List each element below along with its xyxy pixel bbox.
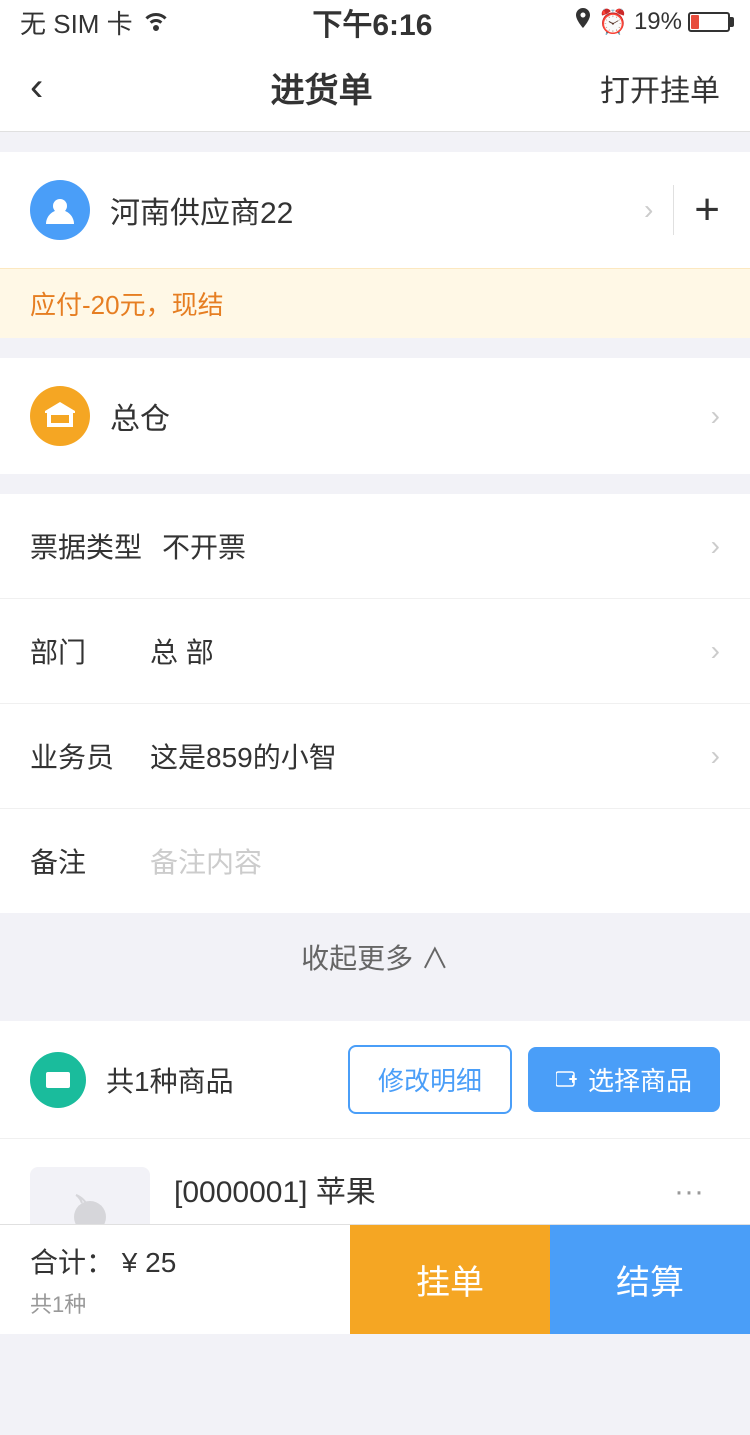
sales-value: 这是859的小智 <box>130 736 701 776</box>
product-count-icon <box>30 1052 86 1108</box>
form-section: 票据类型 不开票 › 部门 总 部 › 业务员 这是859的小智 › 备注 备注… <box>0 494 750 913</box>
total-amount: ¥ 25 <box>122 1247 177 1278</box>
status-left: 无 SIM 卡 <box>20 4 171 41</box>
edit-detail-button[interactable]: 修改明细 <box>348 1045 512 1114</box>
warehouse-row[interactable]: 总仓 › <box>0 358 750 474</box>
location-icon <box>574 8 592 37</box>
total-label: 合计： <box>30 1247 114 1278</box>
select-product-label: 选择商品 <box>588 1061 692 1098</box>
invoice-chevron-icon: › <box>711 530 720 562</box>
wifi-icon <box>141 7 171 38</box>
more-options-button[interactable]: ··· <box>658 1167 720 1217</box>
bottom-bar: 合计： ¥ 25 共1种 挂单 结算 <box>0 1224 750 1334</box>
product-count-text: 共1种商品 <box>106 1060 348 1100</box>
product-name: [0000001] 苹果 <box>174 1167 658 1211</box>
status-right: ⏰ 19% <box>574 8 730 37</box>
back-button[interactable]: ‹ <box>30 65 43 110</box>
supplier-section: 河南供应商22 › + 应付-20元，现结 <box>0 152 750 338</box>
warehouse-chevron-icon: › <box>711 400 720 432</box>
checkout-button[interactable]: 结算 <box>550 1225 750 1334</box>
add-supplier-button[interactable]: + <box>694 188 720 232</box>
total-sub: 共1种 <box>30 1287 320 1319</box>
product-title: 苹果 <box>316 1176 376 1209</box>
warehouse-section: 总仓 › <box>0 358 750 474</box>
sales-row[interactable]: 业务员 这是859的小智 › <box>0 704 750 809</box>
sales-chevron-icon: › <box>711 740 720 772</box>
select-product-button[interactable]: 选择商品 <box>528 1047 720 1112</box>
sales-label: 业务员 <box>30 736 130 776</box>
gap-1 <box>0 132 750 152</box>
product-code: [0000001] <box>174 1176 307 1209</box>
hang-button[interactable]: 挂单 <box>350 1225 550 1334</box>
collapse-button[interactable]: 收起更多 ∧ <box>0 913 750 1001</box>
product-header: 共1种商品 修改明细 选择商品 <box>0 1021 750 1138</box>
remark-row[interactable]: 备注 备注内容 <box>0 809 750 913</box>
battery-icon <box>688 12 730 32</box>
invoice-value: 不开票 <box>142 526 701 566</box>
vertical-divider <box>673 185 674 235</box>
supplier-avatar <box>30 180 90 240</box>
time-display: 下午6:16 <box>312 0 432 44</box>
dept-row[interactable]: 部门 总 部 › <box>0 599 750 704</box>
dept-label: 部门 <box>30 631 130 671</box>
warehouse-name: 总仓 <box>110 394 701 438</box>
gap-3 <box>0 474 750 494</box>
supplier-name: 河南供应商22 <box>110 188 634 232</box>
remark-label: 备注 <box>30 841 130 881</box>
page-title: 进货单 <box>271 63 373 112</box>
carrier-text: 无 SIM 卡 <box>20 4 133 41</box>
battery-percent: 19% <box>634 8 682 36</box>
invoice-row[interactable]: 票据类型 不开票 › <box>0 494 750 599</box>
status-bar: 无 SIM 卡 下午6:16 ⏰ 19% <box>0 0 750 44</box>
dept-chevron-icon: › <box>711 635 720 667</box>
invoice-label: 票据类型 <box>30 526 142 566</box>
open-pending-button[interactable]: 打开挂单 <box>600 66 720 110</box>
nav-bar: ‹ 进货单 打开挂单 <box>0 44 750 132</box>
total-area: 合计： ¥ 25 共1种 <box>0 1225 350 1334</box>
supplier-chevron-icon: › <box>644 194 653 226</box>
warehouse-icon <box>30 386 90 446</box>
alarm-icon: ⏰ <box>598 8 628 37</box>
gap-4 <box>0 1001 750 1021</box>
total-line: 合计： ¥ 25 <box>30 1241 320 1281</box>
supplier-row[interactable]: 河南供应商22 › + <box>0 152 750 268</box>
dept-value: 总 部 <box>130 631 701 671</box>
gap-2 <box>0 338 750 358</box>
alert-bar: 应付-20元，现结 <box>0 268 750 338</box>
remark-input[interactable]: 备注内容 <box>130 841 720 881</box>
